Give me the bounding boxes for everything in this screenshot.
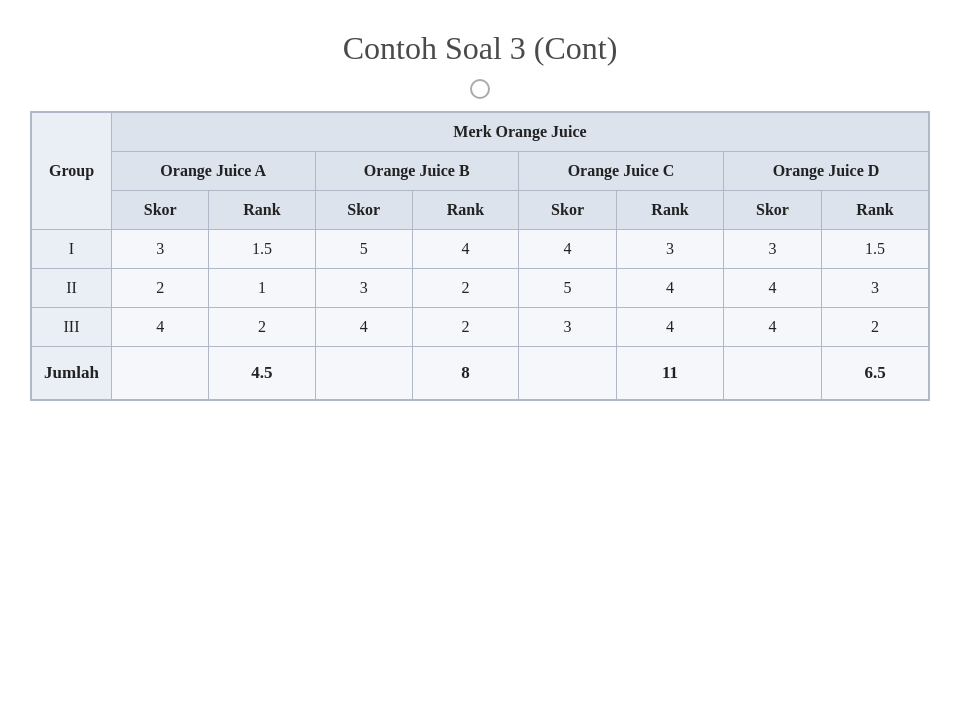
cell-i-6: 3 <box>723 230 821 269</box>
sub-header-1: Rank <box>209 191 315 230</box>
cell-ii-0: 2 <box>112 269 209 308</box>
cell-i-1: 1.5 <box>209 230 315 269</box>
jumlah-label: Jumlah <box>32 347 112 400</box>
page-title: Contoh Soal 3 (Cont) <box>343 30 618 67</box>
brand-d: Orange Juice D <box>723 152 928 191</box>
jumlah-1: 4.5 <box>209 347 315 400</box>
brand-a: Orange Juice A <box>112 152 316 191</box>
cell-iii-5: 4 <box>617 308 724 347</box>
cell-ii-6: 4 <box>723 269 821 308</box>
jumlah-0 <box>112 347 209 400</box>
group-ii: II <box>32 269 112 308</box>
group-header: Group <box>32 113 112 230</box>
page: Contoh Soal 3 (Cont) Group Merk Orange J… <box>0 0 960 720</box>
cell-ii-2: 3 <box>315 269 412 308</box>
header-subscore-row: Skor Rank Skor Rank Skor Rank Skor Rank <box>32 191 929 230</box>
cell-i-2: 5 <box>315 230 412 269</box>
cell-i-0: 3 <box>112 230 209 269</box>
sub-header-0: Skor <box>112 191 209 230</box>
jumlah-6 <box>723 347 821 400</box>
brand-b: Orange Juice B <box>315 152 519 191</box>
group-i: I <box>32 230 112 269</box>
sub-header-2: Skor <box>315 191 412 230</box>
cell-i-3: 4 <box>412 230 518 269</box>
table-row: II 2 1 3 2 5 4 4 3 <box>32 269 929 308</box>
title-decoration <box>470 79 490 99</box>
cell-ii-4: 5 <box>519 269 617 308</box>
cell-ii-1: 1 <box>209 269 315 308</box>
cell-iii-1: 2 <box>209 308 315 347</box>
group-iii: III <box>32 308 112 347</box>
jumlah-4 <box>519 347 617 400</box>
cell-ii-7: 3 <box>822 269 929 308</box>
jumlah-3: 8 <box>412 347 518 400</box>
table-row: I 3 1.5 5 4 4 3 3 1.5 <box>32 230 929 269</box>
cell-i-5: 3 <box>617 230 724 269</box>
cell-iii-7: 2 <box>822 308 929 347</box>
jumlah-row: Jumlah 4.5 8 11 6.5 <box>32 347 929 400</box>
cell-ii-3: 2 <box>412 269 518 308</box>
brand-c: Orange Juice C <box>519 152 724 191</box>
table-row: III 4 2 4 2 3 4 4 2 <box>32 308 929 347</box>
header-brand-row: Orange Juice A Orange Juice B Orange Jui… <box>32 152 929 191</box>
cell-iii-6: 4 <box>723 308 821 347</box>
data-table: Group Merk Orange Juice Orange Juice A O… <box>31 112 929 400</box>
cell-i-7: 1.5 <box>822 230 929 269</box>
cell-iii-2: 4 <box>315 308 412 347</box>
jumlah-2 <box>315 347 412 400</box>
sub-header-3: Rank <box>412 191 518 230</box>
sub-header-6: Skor <box>723 191 821 230</box>
sub-header-5: Rank <box>617 191 724 230</box>
main-table-wrapper: Group Merk Orange Juice Orange Juice A O… <box>30 111 930 401</box>
cell-iii-3: 2 <box>412 308 518 347</box>
cell-ii-5: 4 <box>617 269 724 308</box>
header-merk-row: Group Merk Orange Juice <box>32 113 929 152</box>
merk-header: Merk Orange Juice <box>112 113 929 152</box>
cell-i-4: 4 <box>519 230 617 269</box>
sub-header-7: Rank <box>822 191 929 230</box>
cell-iii-4: 3 <box>519 308 617 347</box>
sub-header-4: Skor <box>519 191 617 230</box>
jumlah-5: 11 <box>617 347 724 400</box>
jumlah-7: 6.5 <box>822 347 929 400</box>
cell-iii-0: 4 <box>112 308 209 347</box>
